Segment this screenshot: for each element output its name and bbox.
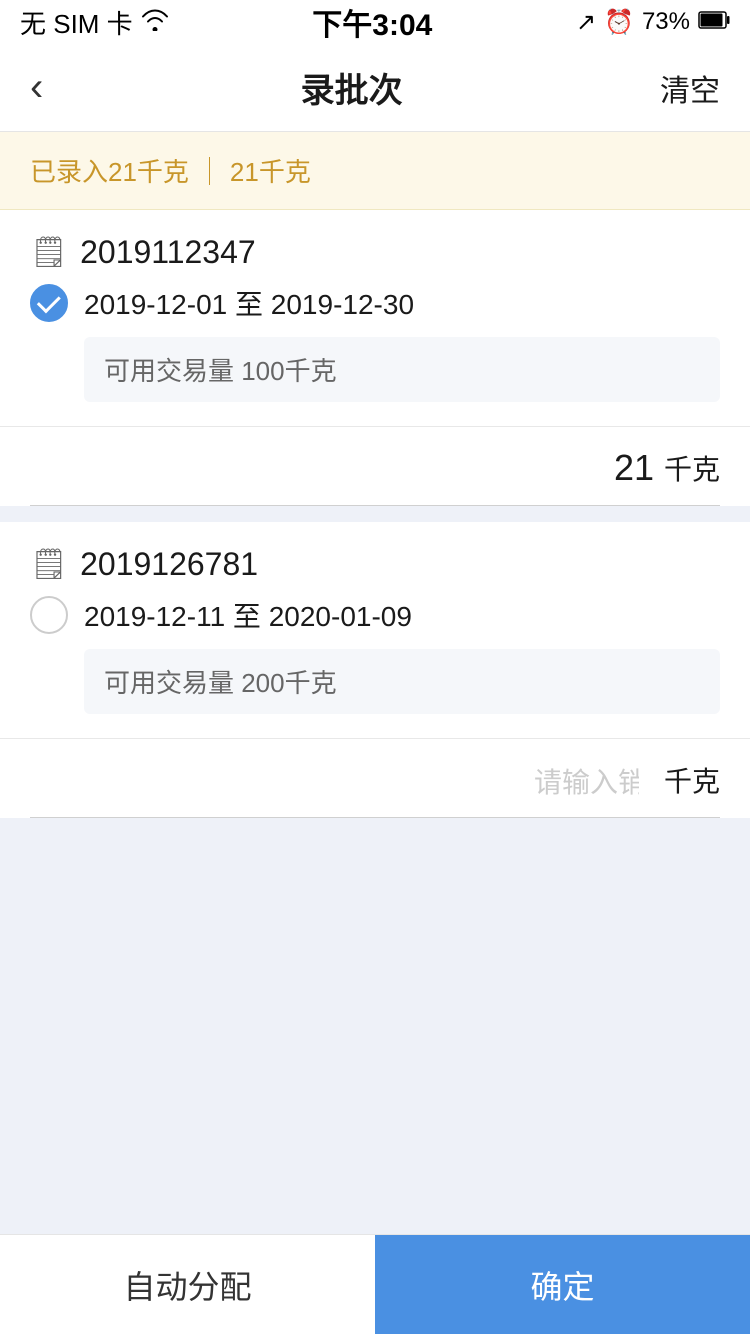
available-qty-2: 可用交易量 200千克 bbox=[84, 649, 720, 714]
clear-button[interactable]: 清空 bbox=[660, 66, 720, 110]
confirm-button[interactable]: 确定 bbox=[375, 1235, 750, 1334]
battery-text: 73% bbox=[642, 8, 690, 36]
bottom-space bbox=[0, 818, 750, 1248]
qty-input-2[interactable] bbox=[534, 759, 654, 801]
radio-button-2[interactable] bbox=[30, 596, 68, 634]
back-button[interactable]: ‹ bbox=[30, 65, 43, 110]
batch-doc-icon-2: 🗒 bbox=[30, 547, 68, 582]
status-right: ↗ ⏰ 73% bbox=[576, 8, 730, 37]
batch-header-2: 🗒 2019126781 bbox=[30, 546, 720, 583]
qty-unit-1: 千克 bbox=[664, 448, 720, 488]
batch-header-1: 🗒 2019112347 bbox=[30, 234, 720, 271]
qty-unit-2: 千克 bbox=[664, 760, 720, 800]
status-bar: 无 SIM 卡 下午3:04 ↗ ⏰ 73% bbox=[0, 0, 750, 44]
batch-doc-icon-1: 🗒 bbox=[30, 235, 68, 270]
batch-number-1: 2019112347 bbox=[80, 234, 256, 271]
alarm-icon: ⏰ bbox=[604, 8, 634, 37]
radio-button-1[interactable] bbox=[30, 284, 68, 322]
available-qty-label-2: 可用交易量 200千克 bbox=[104, 668, 337, 698]
nav-bar: ‹ 录批次 清空 bbox=[0, 44, 750, 132]
batch-date-1: 2019-12-01 至 2019-12-30 bbox=[84, 283, 414, 323]
wifi-icon bbox=[141, 7, 169, 38]
battery-icon bbox=[698, 8, 730, 36]
info-divider bbox=[209, 157, 210, 185]
available-qty-1: 可用交易量 100千克 bbox=[84, 337, 720, 402]
status-left: 无 SIM 卡 bbox=[20, 4, 169, 41]
info-bar: 已录入21千克 21千克 bbox=[0, 132, 750, 210]
footer: 自动分配 确定 bbox=[0, 1234, 750, 1334]
content-area: 🗒 2019112347 2019-12-01 至 2019-12-30 可用交… bbox=[0, 210, 750, 818]
qty-row-1: 21 千克 bbox=[0, 427, 750, 505]
info-value: 21千克 bbox=[230, 152, 311, 189]
batch-item-1: 🗒 2019112347 2019-12-01 至 2019-12-30 可用交… bbox=[0, 210, 750, 427]
available-qty-label-1: 可用交易量 100千克 bbox=[104, 356, 337, 386]
batch-date-row-1: 2019-12-01 至 2019-12-30 bbox=[30, 283, 720, 323]
batch-date-row-2: 2019-12-11 至 2020-01-09 bbox=[30, 595, 720, 635]
batch-item-2: 🗒 2019126781 2019-12-11 至 2020-01-09 可用交… bbox=[0, 522, 750, 739]
batch-number-2: 2019126781 bbox=[80, 546, 258, 583]
batch-date-2: 2019-12-11 至 2020-01-09 bbox=[84, 595, 412, 635]
qty-value-1: 21 bbox=[614, 447, 654, 489]
page-title: 录批次 bbox=[301, 63, 403, 112]
location-icon: ↗ bbox=[576, 8, 596, 37]
qty-row-2[interactable]: 千克 bbox=[0, 739, 750, 817]
status-time: 下午3:04 bbox=[312, 0, 432, 44]
recorded-label: 已录入21千克 bbox=[30, 152, 189, 189]
auto-distribute-button[interactable]: 自动分配 bbox=[0, 1235, 375, 1334]
no-sim-text: 无 SIM 卡 bbox=[20, 4, 133, 41]
section-divider bbox=[0, 506, 750, 522]
